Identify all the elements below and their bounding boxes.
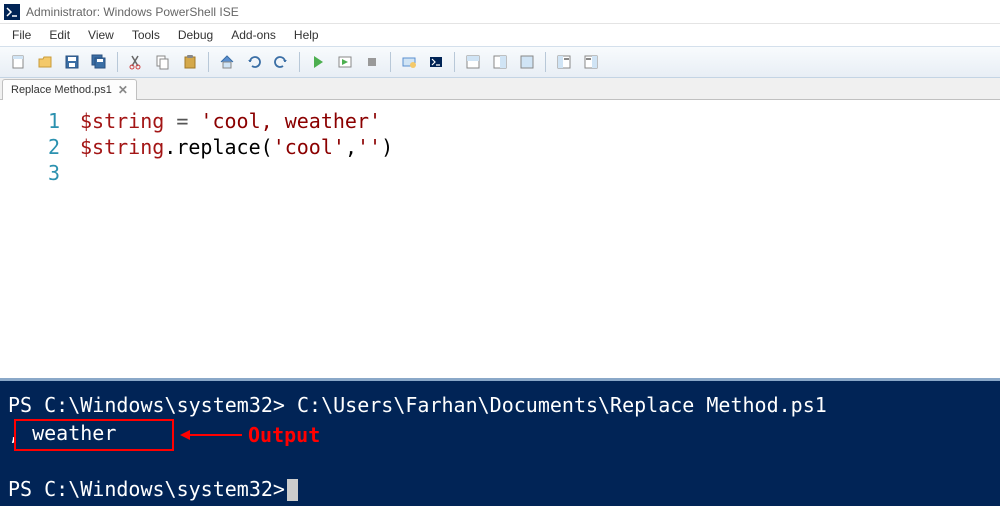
run-selection-button[interactable] bbox=[333, 50, 357, 74]
menu-view[interactable]: View bbox=[80, 26, 122, 44]
redo-button[interactable] bbox=[269, 50, 293, 74]
menu-edit[interactable]: Edit bbox=[41, 26, 78, 44]
undo-button[interactable] bbox=[242, 50, 266, 74]
copy-button[interactable] bbox=[151, 50, 175, 74]
line-number: 2 bbox=[0, 134, 60, 160]
script-editor[interactable]: 1 2 3 $string = 'cool, weather' $string.… bbox=[0, 100, 1000, 378]
tab-close-button[interactable]: ✕ bbox=[118, 84, 128, 96]
code-line-3: $string.replace('cool','') bbox=[80, 134, 1000, 160]
menu-addons[interactable]: Add-ons bbox=[223, 26, 284, 44]
menu-file[interactable]: File bbox=[4, 26, 39, 44]
powershell-ise-icon bbox=[4, 4, 20, 20]
show-script-pane-right-button[interactable] bbox=[488, 50, 512, 74]
show-script-pane-top-button[interactable] bbox=[461, 50, 485, 74]
save-all-button[interactable] bbox=[87, 50, 111, 74]
code-line-1: $string = 'cool, weather' bbox=[80, 108, 1000, 134]
menu-tools[interactable]: Tools bbox=[124, 26, 168, 44]
title-bar: Administrator: Windows PowerShell ISE bbox=[0, 0, 1000, 24]
console-blank-line bbox=[8, 447, 992, 475]
tab-label: Replace Method.ps1 bbox=[11, 84, 112, 96]
menu-bar: File Edit View Tools Debug Add-ons Help bbox=[0, 24, 1000, 46]
line-number-gutter: 1 2 3 bbox=[0, 108, 80, 378]
powershell-tab-button[interactable] bbox=[424, 50, 448, 74]
menu-help[interactable]: Help bbox=[286, 26, 327, 44]
show-command-addon-button[interactable] bbox=[579, 50, 603, 74]
editor-tab-bar: Replace Method.ps1 ✕ bbox=[0, 78, 1000, 100]
window-title: Administrator: Windows PowerShell ISE bbox=[26, 5, 239, 19]
run-script-button[interactable] bbox=[306, 50, 330, 74]
console-pane[interactable]: PS C:\Windows\system32> C:\Users\Farhan\… bbox=[0, 378, 1000, 506]
console-cursor bbox=[287, 479, 298, 501]
paste-button[interactable] bbox=[178, 50, 202, 74]
editor-tab[interactable]: Replace Method.ps1 ✕ bbox=[2, 79, 137, 100]
menu-debug[interactable]: Debug bbox=[170, 26, 221, 44]
cut-button[interactable] bbox=[124, 50, 148, 74]
new-file-button[interactable] bbox=[6, 50, 30, 74]
toolbar bbox=[0, 46, 1000, 78]
save-button[interactable] bbox=[60, 50, 84, 74]
console-output-line: , weather bbox=[8, 419, 992, 447]
line-number: 3 bbox=[0, 160, 60, 186]
clear-button[interactable] bbox=[215, 50, 239, 74]
console-prompt-line: PS C:\Windows\system32> bbox=[8, 475, 992, 503]
line-number: 1 bbox=[0, 108, 60, 134]
code-area[interactable]: $string = 'cool, weather' $string.replac… bbox=[80, 108, 1000, 378]
show-command-button[interactable] bbox=[552, 50, 576, 74]
open-file-button[interactable] bbox=[33, 50, 57, 74]
show-script-pane-max-button[interactable] bbox=[515, 50, 539, 74]
stop-button[interactable] bbox=[360, 50, 384, 74]
new-remote-tab-button[interactable] bbox=[397, 50, 421, 74]
console-line-1: PS C:\Windows\system32> C:\Users\Farhan\… bbox=[8, 391, 992, 419]
